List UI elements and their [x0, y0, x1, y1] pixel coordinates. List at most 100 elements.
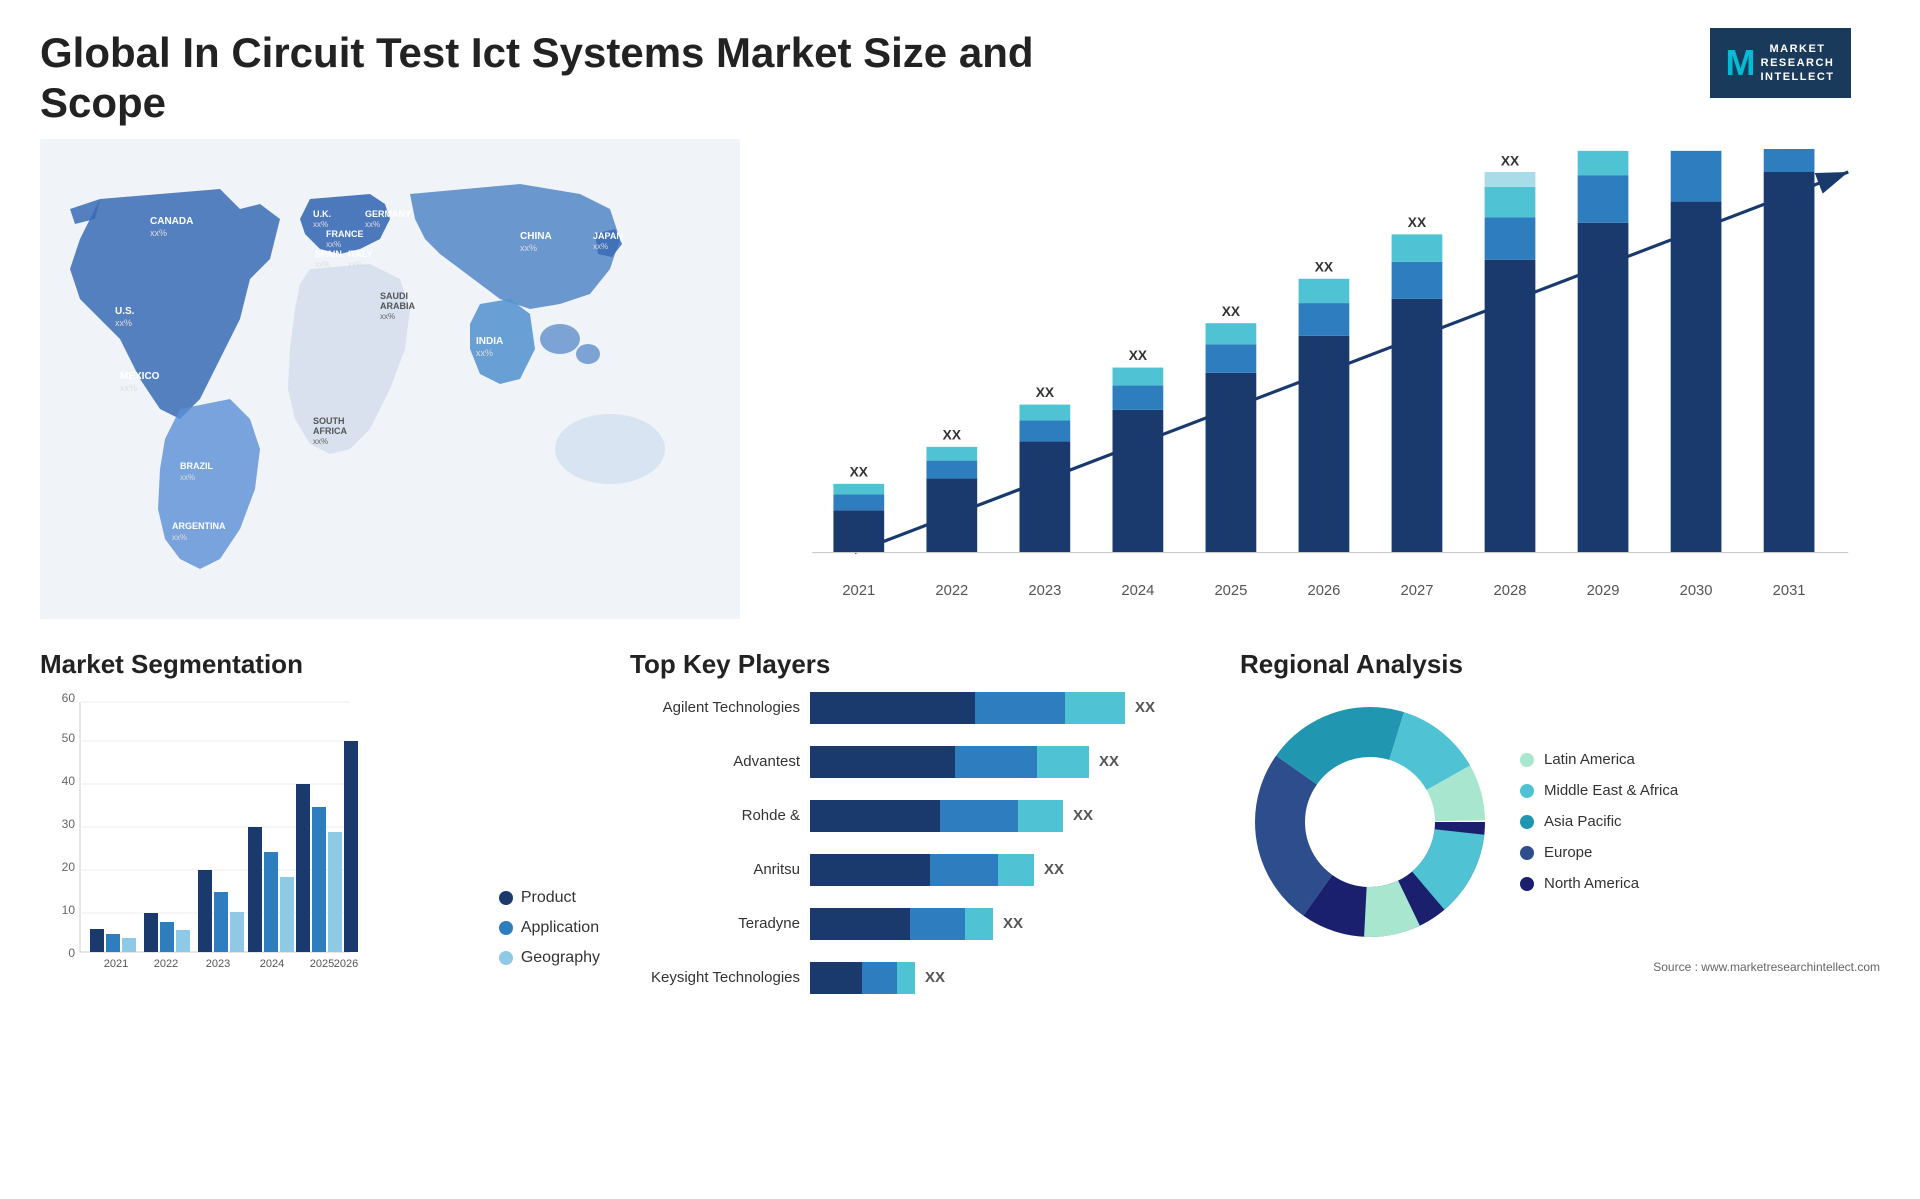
bar-seg2	[940, 800, 1018, 832]
svg-text:2030: 2030	[1680, 583, 1713, 599]
player-name: Teradyne	[630, 915, 800, 932]
player-name: Advantest	[630, 753, 800, 770]
player-row: Keysight Technologies XX	[630, 962, 1210, 994]
bar-seg1	[810, 746, 955, 778]
svg-text:MEXICO: MEXICO	[120, 371, 160, 382]
bar-seg1	[810, 908, 910, 940]
svg-text:xx%: xx%	[313, 437, 328, 446]
regional-legend: Latin America Middle East & Africa Asia …	[1520, 751, 1678, 892]
bar-seg3	[965, 908, 993, 940]
svg-text:xx%: xx%	[172, 533, 187, 542]
svg-text:XX: XX	[1036, 385, 1055, 400]
player-bar	[810, 854, 1034, 886]
svg-text:AFRICA: AFRICA	[313, 426, 347, 436]
bar-chart: XX 2021 XX 2022 XX 2023 XX 2024 XX	[770, 149, 1880, 639]
svg-text:xx%: xx%	[150, 228, 167, 238]
world-map: CANADA xx% U.S. xx% MEXICO xx% BRAZIL xx…	[40, 139, 740, 619]
svg-text:SPAIN: SPAIN	[315, 249, 342, 259]
svg-text:xx%: xx%	[593, 242, 608, 251]
regional-section: Regional Analysis	[1240, 649, 1880, 1189]
bar-seg2	[862, 962, 897, 994]
player-name: Keysight Technologies	[630, 969, 800, 986]
players-title: Top Key Players	[630, 649, 1210, 680]
svg-text:2031: 2031	[1773, 583, 1806, 599]
player-bar-container: XX	[810, 800, 1210, 832]
svg-text:2023: 2023	[1028, 583, 1061, 599]
player-xx: XX	[1003, 915, 1023, 932]
legend-item-asia-pacific: Asia Pacific	[1520, 813, 1678, 830]
logo-text: MARKET RESEARCH INTELLECT	[1761, 42, 1835, 85]
bar-seg2	[910, 908, 965, 940]
bottom-content: Market Segmentation 0 10 20 30 40 50 60	[0, 639, 1920, 1199]
legend-dot-application	[499, 921, 513, 935]
svg-text:30: 30	[62, 817, 76, 831]
player-bar-container: XX	[810, 746, 1210, 778]
bar-seg1	[810, 962, 862, 994]
bar-seg1	[810, 800, 940, 832]
donut-svg	[1240, 692, 1500, 952]
segmentation-legend: Product Application Geography	[499, 889, 600, 997]
segmentation-chart: 0 10 20 30 40 50 60	[40, 692, 479, 997]
legend-dot-product	[499, 891, 513, 905]
svg-text:xx%: xx%	[326, 240, 341, 249]
svg-text:2026: 2026	[334, 958, 358, 970]
svg-text:JAPAN: JAPAN	[593, 231, 623, 241]
svg-text:SOUTH: SOUTH	[313, 416, 345, 426]
svg-text:ARGENTINA: ARGENTINA	[172, 521, 226, 531]
svg-text:xx%: xx%	[380, 312, 395, 321]
player-bar	[810, 692, 1125, 724]
svg-text:2028: 2028	[1494, 583, 1527, 599]
svg-text:xx%: xx%	[520, 243, 537, 253]
svg-text:2021: 2021	[842, 583, 875, 599]
players-chart: Agilent Technologies XX Advantest	[630, 692, 1210, 994]
top-content: CANADA xx% U.S. xx% MEXICO xx% BRAZIL xx…	[0, 139, 1920, 639]
svg-text:INDIA: INDIA	[476, 336, 503, 347]
player-bar-container: XX	[810, 908, 1210, 940]
legend-dot-geography	[499, 951, 513, 965]
svg-text:xx%: xx%	[120, 383, 137, 393]
bar-seg2	[930, 854, 998, 886]
player-xx: XX	[925, 969, 945, 986]
segmentation-title: Market Segmentation	[40, 649, 600, 680]
player-bar	[810, 746, 1089, 778]
bar-seg1	[810, 692, 975, 724]
player-row: Anritsu XX	[630, 854, 1210, 886]
bar-seg2	[975, 692, 1065, 724]
svg-text:2022: 2022	[935, 583, 968, 599]
svg-text:BRAZIL: BRAZIL	[180, 461, 213, 471]
svg-text:xx%: xx%	[365, 220, 380, 229]
svg-text:20: 20	[62, 860, 76, 874]
svg-text:40: 40	[62, 774, 76, 788]
svg-text:U.K.: U.K.	[313, 209, 331, 219]
player-bar-container: XX	[810, 854, 1210, 886]
player-xx: XX	[1044, 861, 1064, 878]
svg-text:xx%: xx%	[313, 220, 328, 229]
player-name: Rohde &	[630, 807, 800, 824]
player-bar-container: XX	[810, 962, 1210, 994]
svg-text:XX: XX	[1501, 153, 1520, 168]
regional-content: Latin America Middle East & Africa Asia …	[1240, 692, 1880, 952]
svg-text:ARABIA: ARABIA	[380, 301, 415, 311]
svg-text:2021: 2021	[104, 958, 128, 970]
player-bar-container: XX	[810, 692, 1210, 724]
svg-text:XX: XX	[1315, 259, 1334, 274]
svg-text:2024: 2024	[260, 958, 284, 970]
player-xx: XX	[1099, 753, 1119, 770]
player-name: Anritsu	[630, 861, 800, 878]
donut-chart	[1240, 692, 1500, 952]
svg-text:2027: 2027	[1401, 583, 1434, 599]
bar-seg2	[955, 746, 1037, 778]
logo-box: M MARKET RESEARCH INTELLECT	[1710, 28, 1851, 98]
svg-text:60: 60	[62, 692, 76, 705]
bar-seg3	[1018, 800, 1063, 832]
legend-item-application: Application	[499, 919, 600, 937]
svg-text:CHINA: CHINA	[520, 231, 552, 242]
page-header: Global In Circuit Test Ict Systems Marke…	[0, 0, 1920, 139]
legend-item-latin-america: Latin America	[1520, 751, 1678, 768]
segmentation-section: Market Segmentation 0 10 20 30 40 50 60	[40, 649, 600, 1189]
svg-text:10: 10	[62, 903, 76, 917]
map-section: CANADA xx% U.S. xx% MEXICO xx% BRAZIL xx…	[40, 139, 740, 639]
svg-text:2029: 2029	[1587, 583, 1620, 599]
source-text: Source : www.marketresearchintellect.com	[1240, 960, 1880, 974]
player-xx: XX	[1073, 807, 1093, 824]
